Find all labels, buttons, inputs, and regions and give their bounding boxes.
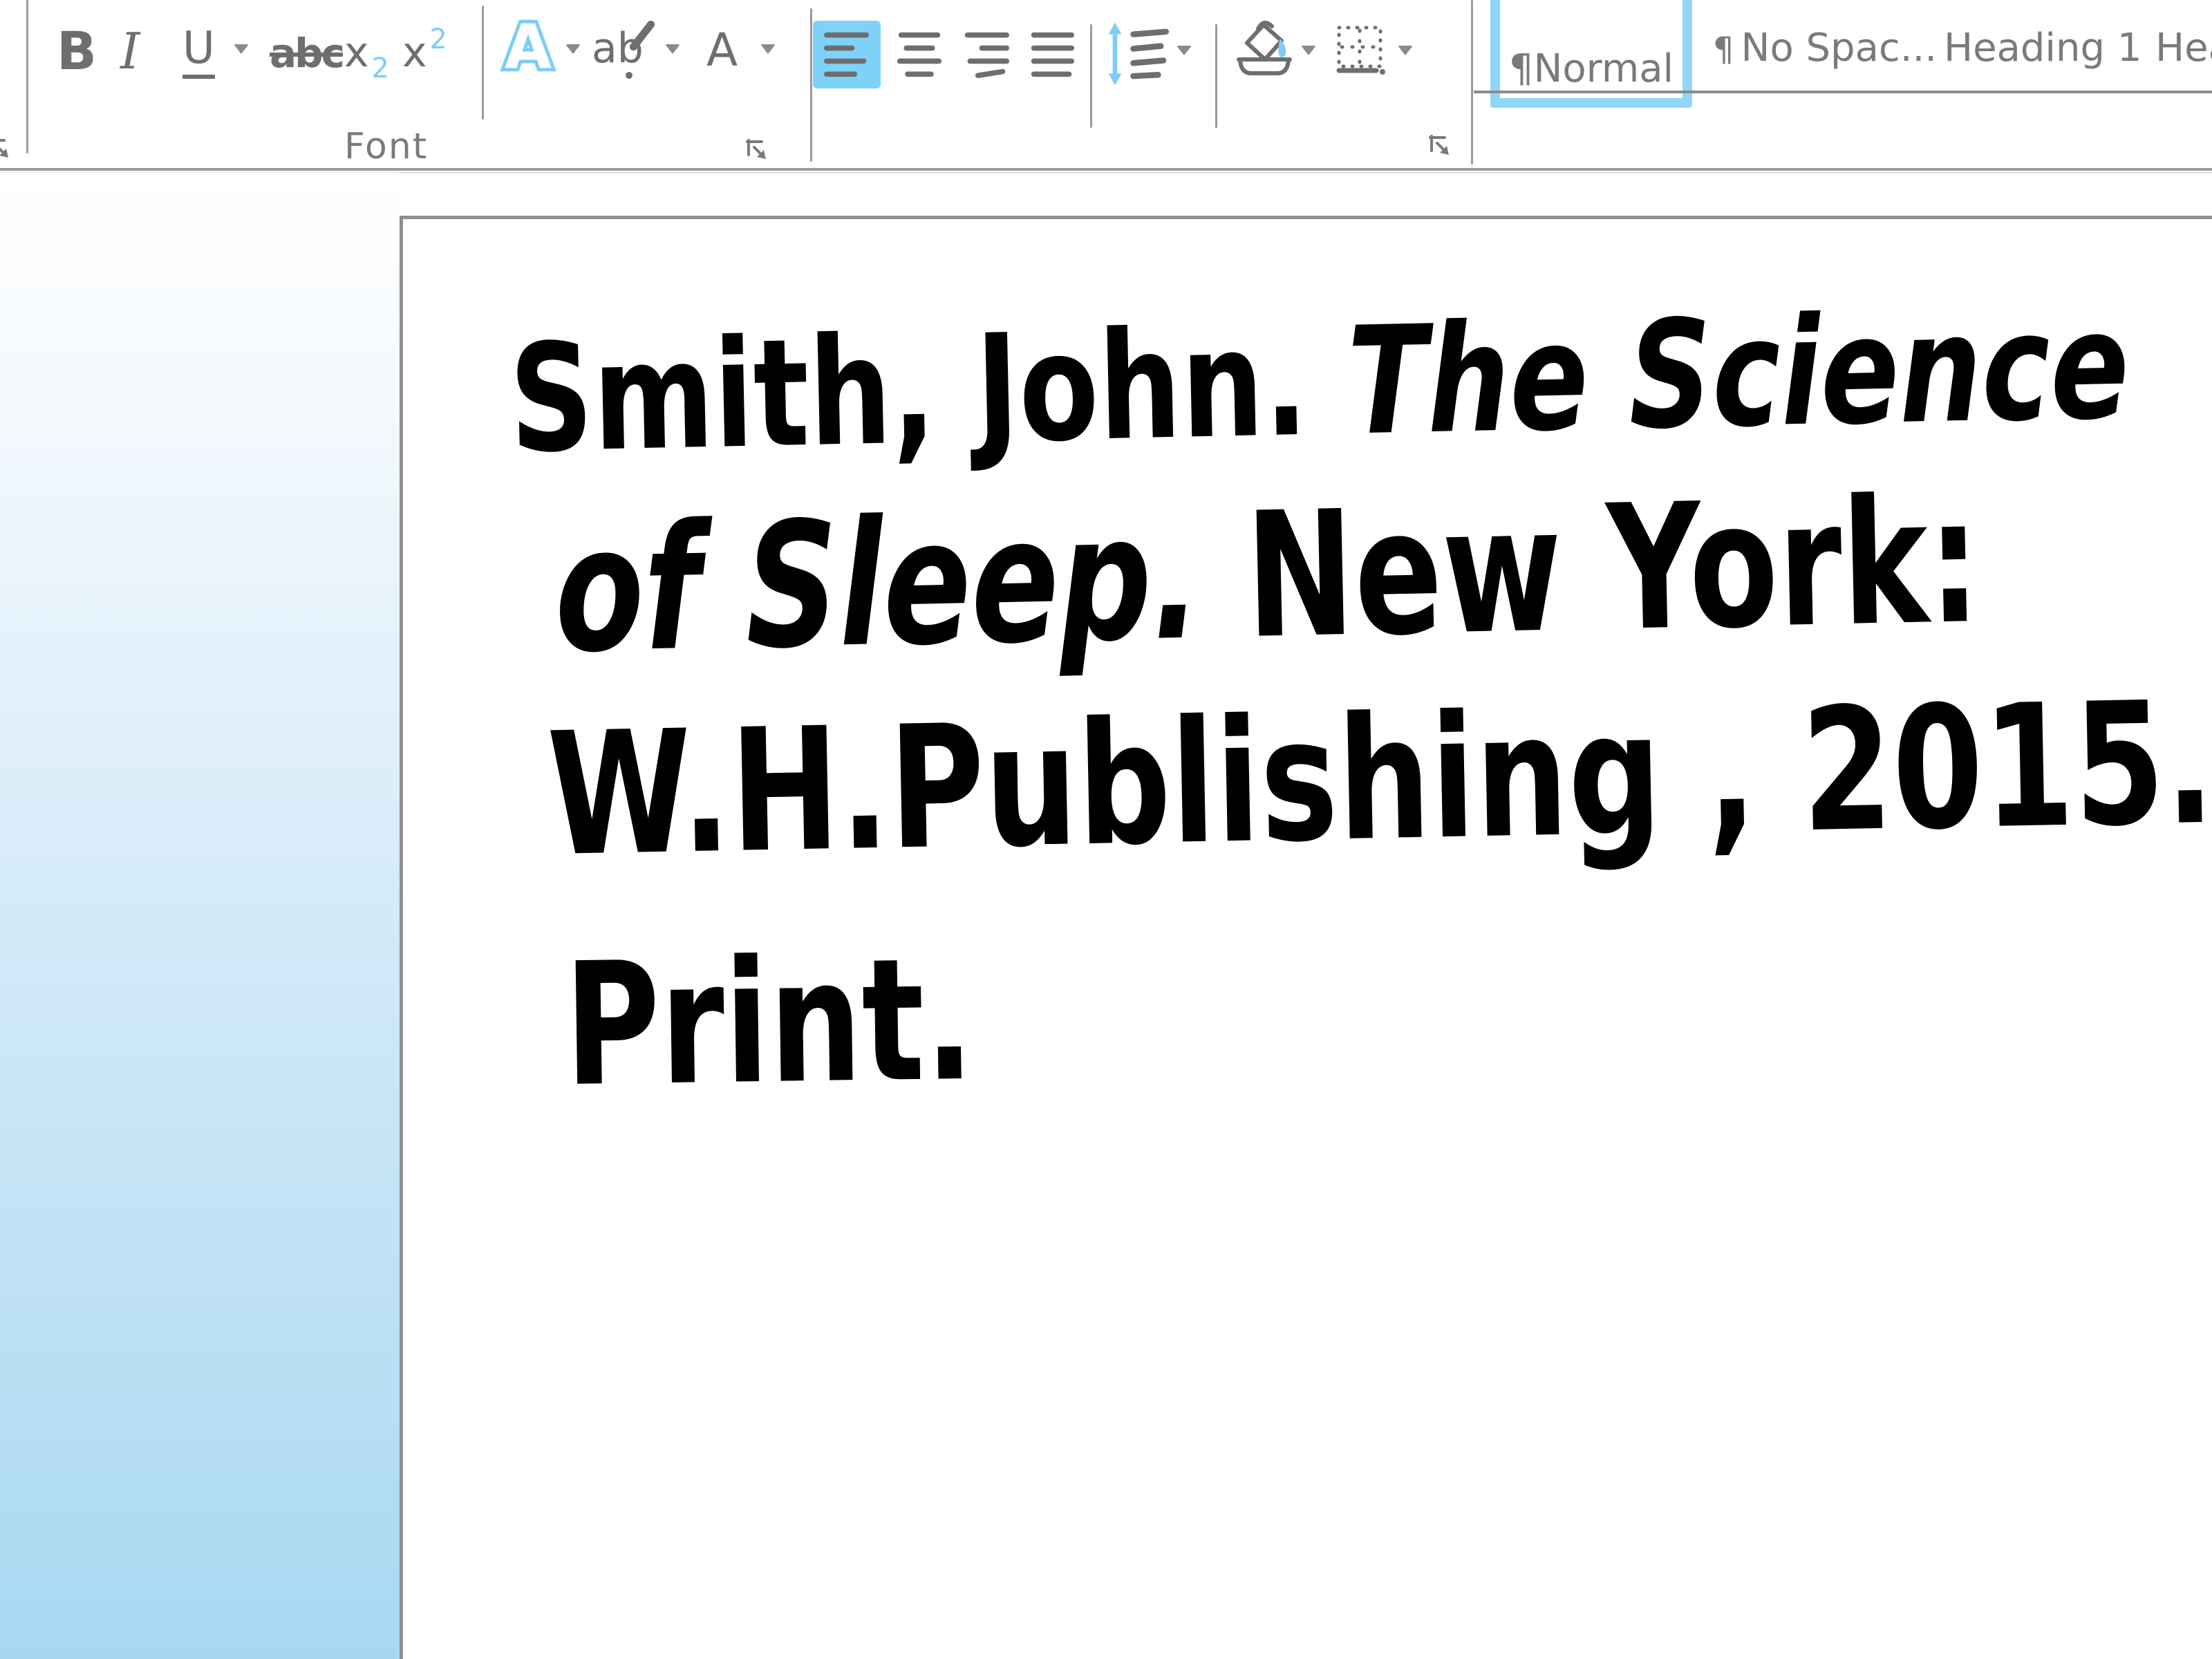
citation-title-part1: The Science xyxy=(1346,278,2131,469)
text-highlight-button[interactable]: ab xyxy=(592,19,657,79)
style-heading2-label: Hea xyxy=(2155,26,2212,71)
style-no-spacing[interactable]: ¶ No Spac... xyxy=(1713,29,1937,68)
style-normal-label: Normal xyxy=(1533,46,1674,91)
bold-button[interactable]: B xyxy=(57,25,97,77)
line-spacing-dropdown-icon[interactable] xyxy=(1177,46,1192,55)
justify-icon xyxy=(1031,32,1075,77)
word-processor-window: B I U abc x2 x2 A ab A Font ¶Normal ¶ No… xyxy=(0,0,2212,1659)
superscript-button[interactable]: x2 xyxy=(402,26,447,73)
subscript-x: x xyxy=(344,28,369,77)
citation-line-3[interactable]: W.H.Publishing , 2015. xyxy=(546,665,2212,894)
styles-gallery-underline xyxy=(1474,91,2212,93)
citation-author: Smith, John. xyxy=(507,294,1350,486)
subscript-2: 2 xyxy=(371,53,389,84)
paragraph-styles-divider xyxy=(1471,0,1473,165)
svg-text:A: A xyxy=(505,11,552,82)
citation-title-part2: of Sleep. xyxy=(552,476,1203,691)
borders-button[interactable] xyxy=(1331,19,1391,83)
text-effects-dropdown-icon[interactable] xyxy=(565,44,581,54)
superscript-2: 2 xyxy=(429,24,447,55)
style-heading1[interactable]: Heading 1 xyxy=(1944,29,2141,68)
line-spacing-button[interactable] xyxy=(1103,18,1175,90)
strikethrough-button[interactable]: abc xyxy=(270,33,345,73)
underline-button[interactable]: U xyxy=(182,26,215,79)
subscript-button[interactable]: x2 xyxy=(344,32,389,82)
superscript-x: x xyxy=(402,28,427,77)
paragraph-dialog-launcher[interactable] xyxy=(1427,133,1454,160)
citation-city: New York: xyxy=(1199,460,1983,678)
line-spacing-icon xyxy=(1108,22,1170,86)
font-color-button[interactable]: A xyxy=(706,28,738,73)
shading-dropdown-icon[interactable] xyxy=(1301,46,1316,55)
text-effects-button[interactable]: A xyxy=(492,10,564,82)
align-left-button[interactable] xyxy=(813,21,881,88)
pilcrow-icon: ¶ xyxy=(1508,46,1534,91)
font-dialog-launcher[interactable] xyxy=(744,137,771,165)
shading-button[interactable] xyxy=(1233,14,1297,86)
pilcrow-icon: ¶ xyxy=(1713,30,1734,69)
citation-publisher-year: W.H.Publishing , 2015. xyxy=(545,664,2212,894)
font-group-divider xyxy=(482,6,484,120)
citation-line-1[interactable]: Smith, John. The Science xyxy=(508,279,2131,486)
paint-bucket-icon xyxy=(1237,20,1292,75)
underline-dropdown-icon[interactable] xyxy=(234,44,249,54)
citation-line-2[interactable]: of Sleep. New York: xyxy=(553,460,1983,691)
clipboard-dialog-launcher[interactable] xyxy=(0,135,14,163)
bottom-border-icon xyxy=(1336,26,1385,75)
document-page[interactable]: Smith, John. The Science of Sleep. New Y… xyxy=(400,216,2212,1659)
font-paragraph-divider xyxy=(810,8,812,162)
group-divider xyxy=(26,0,28,153)
borders-dropdown-icon[interactable] xyxy=(1398,46,1413,55)
italic-button[interactable]: I xyxy=(120,26,140,76)
ribbon-toolbar: B I U abc x2 x2 A ab A Font ¶Normal ¶ No… xyxy=(0,0,2212,174)
align-left-icon xyxy=(823,32,870,77)
highlighter-dot-icon xyxy=(625,72,632,79)
align-right-button[interactable] xyxy=(953,21,1019,88)
workspace-background-gradient xyxy=(0,173,400,1659)
style-heading1-label: Heading 1 xyxy=(1944,26,2142,71)
citation-line-4[interactable]: Print. xyxy=(563,921,975,1124)
justify-button[interactable] xyxy=(1019,21,1085,88)
style-heading2[interactable]: Hea xyxy=(2155,29,2212,68)
align-center-icon xyxy=(897,32,942,77)
align-right-icon xyxy=(964,32,1009,78)
ribbon-bottom-border xyxy=(0,168,2212,171)
style-no-spacing-label: No Spac... xyxy=(1741,26,1938,71)
citation-medium: Print. xyxy=(563,921,975,1124)
font-group-label: Font xyxy=(344,126,429,167)
align-center-button[interactable] xyxy=(886,21,953,88)
font-color-dropdown-icon[interactable] xyxy=(760,44,776,54)
paragraph-divider-2 xyxy=(1215,24,1217,128)
highlight-dropdown-icon[interactable] xyxy=(665,44,680,54)
paragraph-divider-1 xyxy=(1090,24,1092,128)
